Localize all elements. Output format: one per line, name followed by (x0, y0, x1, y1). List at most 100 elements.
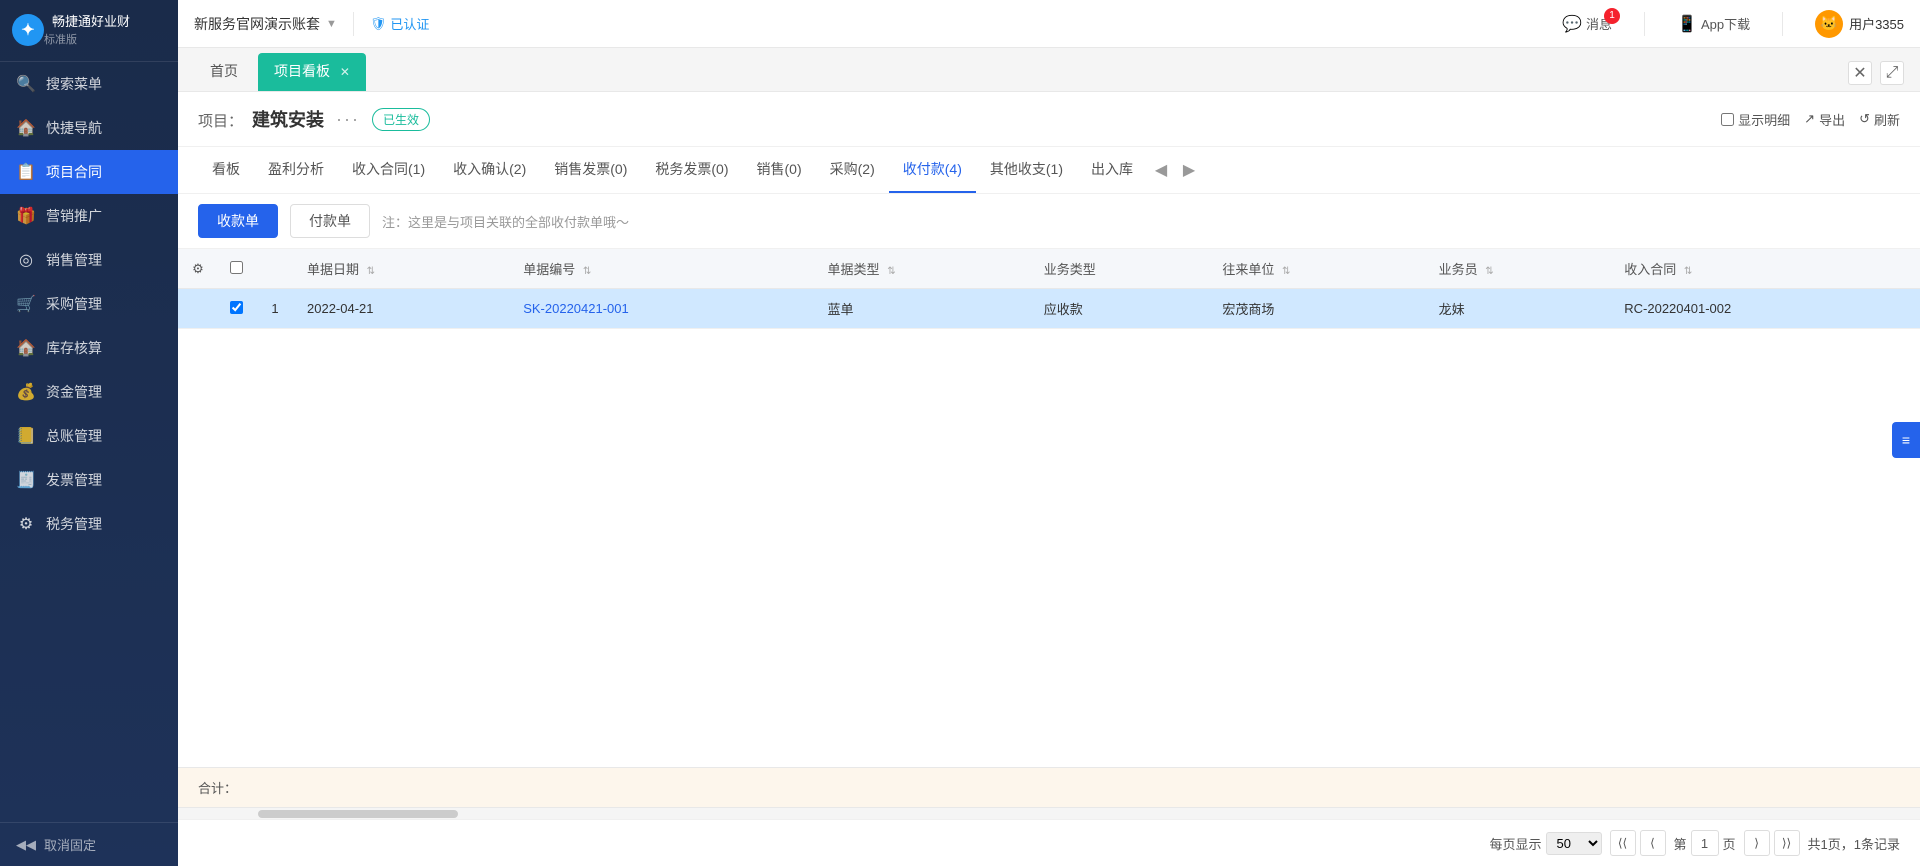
close-window-button[interactable]: ✕ (1848, 61, 1872, 85)
th-doc-type[interactable]: 单据类型 ⇅ (816, 249, 1032, 289)
sidebar-item-general-ledger[interactable]: 📒 总账管理 (0, 414, 178, 458)
account-selector[interactable]: 新服务官网演示账套 ▼ (194, 14, 337, 34)
project-header: 项目： 建筑安装 ··· 已生效 显示明细 ↗ 导出 ↺ 刷新 (178, 92, 1920, 147)
sidebar-item-marketing[interactable]: 🎁 营销推广 (0, 194, 178, 238)
user-avatar: 🐱 (1815, 10, 1843, 38)
th-biz-type: 业务类型 (1032, 249, 1211, 289)
certified-badge: 🛡 已认证 (370, 14, 430, 33)
subnav-other-income[interactable]: 其他收支(1) (976, 147, 1077, 193)
doc-code-link[interactable]: SK-20220421-001 (523, 301, 629, 316)
sidebar-item-label: 采购管理 (46, 294, 102, 314)
prev-page-button[interactable]: ⟨ (1640, 830, 1666, 856)
expand-window-button[interactable]: ⤢ (1880, 61, 1904, 85)
app-download-button[interactable]: 📱 App下载 (1677, 14, 1750, 34)
sidebar-item-search[interactable]: 🔍 搜索菜单 (0, 62, 178, 106)
sidebar-item-sales-mgmt[interactable]: ◎ 销售管理 (0, 238, 178, 282)
sidebar-logo: ✦ 畅捷通好业财 标准版 (0, 0, 178, 62)
subnav-purchase[interactable]: 采购(2) (816, 147, 889, 193)
th-salesperson[interactable]: 业务员 ⇅ (1427, 249, 1613, 289)
sidebar: ✦ 畅捷通好业财 标准版 🔍 搜索菜单 🏠 快捷导航 📋 项目合同 🎁 营销推广… (0, 0, 178, 866)
first-page-button[interactable]: ⟨⟨ (1610, 830, 1636, 856)
export-icon: ↗ (1804, 111, 1815, 127)
sidebar-unpin-button[interactable]: ◀◀ 取消固定 (0, 822, 178, 866)
tab-home[interactable]: 首页 (194, 53, 254, 91)
filter-note: 注：这里是与项目关联的全部收付款单哦～ (382, 212, 629, 231)
contract-icon: 📋 (16, 162, 36, 182)
subnav-other-income-label: 其他收支(1) (990, 161, 1063, 177)
sidebar-item-capital[interactable]: 💰 资金管理 (0, 370, 178, 414)
refresh-button[interactable]: ↺ 刷新 (1859, 110, 1900, 129)
message-button[interactable]: 💬 消息 1 (1562, 14, 1612, 34)
sidebar-item-quick-nav[interactable]: 🏠 快捷导航 (0, 106, 178, 150)
th-date[interactable]: 单据日期 ⇅ (295, 249, 511, 289)
sidebar-item-label: 营销推广 (46, 206, 102, 226)
sidebar-item-tax-mgmt[interactable]: ⚙ 税务管理 (0, 502, 178, 546)
per-page-select[interactable]: 10 20 50 100 (1546, 832, 1602, 855)
subnav-purchase-label: 采购(2) (830, 161, 875, 177)
th-income-contract[interactable]: 收入合同 ⇅ (1612, 249, 1920, 289)
page-label: 第 (1674, 834, 1687, 853)
current-page-input[interactable]: 1 (1691, 830, 1719, 856)
project-more-button[interactable]: ··· (336, 109, 360, 130)
td-salesperson: 龙妹 (1427, 289, 1613, 329)
hscroll-thumb[interactable] (258, 810, 458, 818)
subnav-inout-warehouse[interactable]: 出入库 (1077, 147, 1147, 193)
sidebar-item-project-contract[interactable]: 📋 项目合同 (0, 150, 178, 194)
message-badge: 1 (1604, 8, 1620, 24)
subnav-sales[interactable]: 销售(0) (743, 147, 816, 193)
td-code[interactable]: SK-20220421-001 (511, 289, 815, 329)
shield-icon: 🛡 (370, 16, 387, 32)
subnav-next-arrow[interactable]: ▶ (1175, 156, 1203, 184)
subnav-tax-invoice[interactable]: 税务发票(0) (641, 147, 742, 193)
tab-project-board[interactable]: 项目看板 ✕ (258, 53, 366, 91)
app-version: 标准版 (44, 31, 130, 47)
table-row[interactable]: 1 2022-04-21 SK-20220421-001 蓝单 应收款 宏茂商场… (178, 289, 1920, 329)
th-partner[interactable]: 往来单位 ⇅ (1210, 249, 1426, 289)
user-name: 用户3355 (1849, 14, 1904, 33)
subnav-income-contract[interactable]: 收入合同(1) (338, 147, 439, 193)
export-button[interactable]: ↗ 导出 (1804, 110, 1845, 129)
hscroll-bar[interactable] (178, 807, 1920, 819)
th-income-contract-label: 收入合同 (1624, 262, 1676, 277)
subnav-income-contract-label: 收入合同(1) (352, 161, 425, 177)
tab-close-icon[interactable]: ✕ (340, 65, 350, 79)
data-table: ⚙ 单据日期 ⇅ 单据编号 ⇅ 单据类型 ⇅ (178, 249, 1920, 329)
sidebar-item-label: 库存核算 (46, 338, 102, 358)
th-code[interactable]: 单据编号 ⇅ (511, 249, 815, 289)
sidebar-item-label: 发票管理 (46, 470, 102, 490)
content-area: 项目： 建筑安装 ··· 已生效 显示明细 ↗ 导出 ↺ 刷新 (178, 92, 1920, 866)
subnav-sales-invoice[interactable]: 销售发票(0) (540, 147, 641, 193)
subnav-kanban[interactable]: 看板 (198, 147, 254, 193)
account-name: 新服务官网演示账套 (194, 14, 320, 34)
sidebar-item-inventory[interactable]: 🏠 库存核算 (0, 326, 178, 370)
filter-payment-button[interactable]: 付款单 (290, 204, 370, 238)
user-menu[interactable]: 🐱 用户3355 (1815, 10, 1904, 38)
th-settings[interactable]: ⚙ (178, 249, 218, 289)
last-page-button[interactable]: ⟩⟩ (1774, 830, 1800, 856)
filter-bar: 收款单 付款单 注：这里是与项目关联的全部收付款单哦～ (178, 194, 1920, 249)
th-checkbox[interactable] (218, 249, 255, 289)
td-checkbox[interactable] (218, 289, 255, 329)
row-checkbox[interactable] (230, 301, 243, 314)
filter-receipt-button[interactable]: 收款单 (198, 204, 278, 238)
total-info: 共1页，1条记录 (1808, 834, 1900, 853)
refresh-label: 刷新 (1874, 110, 1900, 129)
subnav-sales-invoice-label: 销售发票(0) (554, 161, 627, 177)
th-date-label: 单据日期 (307, 262, 359, 277)
show-detail-checkbox[interactable]: 显示明细 (1721, 110, 1790, 129)
subnav-profit[interactable]: 盈利分析 (254, 147, 338, 193)
select-all-checkbox[interactable] (230, 261, 243, 274)
subnav-receipt-payment[interactable]: 收付款(4) (889, 147, 976, 193)
show-detail-input[interactable] (1721, 113, 1734, 126)
message-icon: 💬 (1562, 14, 1582, 34)
float-panel-button[interactable]: ≡ (1892, 422, 1920, 458)
topbar: 新服务官网演示账套 ▼ 🛡 已认证 💬 消息 1 📱 App下载 🐱 (178, 0, 1920, 48)
subnav-income-confirm[interactable]: 收入确认(2) (439, 147, 540, 193)
float-panel-icon: ≡ (1902, 432, 1910, 448)
per-page-selector: 每页显示 10 20 50 100 (1489, 832, 1601, 855)
subnav-prev-arrow[interactable]: ◀ (1147, 156, 1175, 184)
subnav-profit-label: 盈利分析 (268, 161, 324, 177)
sidebar-item-invoice-mgmt[interactable]: 🧾 发票管理 (0, 458, 178, 502)
next-page-button[interactable]: ⟩ (1744, 830, 1770, 856)
sidebar-item-purchase-mgmt[interactable]: 🛒 采购管理 (0, 282, 178, 326)
